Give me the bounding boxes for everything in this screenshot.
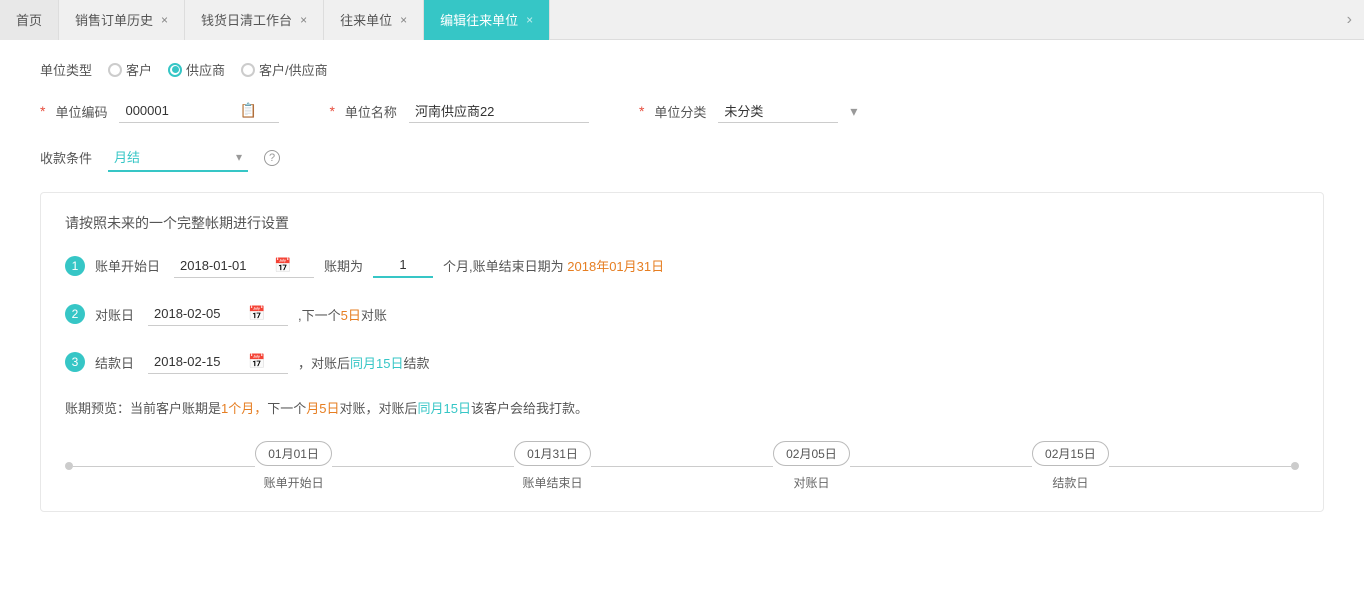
timeline: 01月01日 账单开始日 01月31日 账单结束日 02月05日 对账日 02月… — [65, 441, 1299, 491]
bill-start-label: 账单开始日 — [95, 256, 160, 275]
payment-terms-arrow: ▾ — [236, 150, 242, 164]
period-row-3: 3 结款日 📅 ，对账后同月15日结款 — [65, 350, 1299, 374]
payment-date-label: 结款日 — [95, 353, 134, 372]
preview-day-teal: 同月15日 — [418, 401, 471, 416]
payment-day-highlight: 同月15日 — [350, 356, 403, 371]
bill-start-date-input: 📅 — [174, 254, 314, 278]
reconcile-cal-icon[interactable]: 📅 — [248, 305, 265, 322]
timeline-end-dot — [1291, 462, 1299, 470]
unit-code-label: 单位编码 — [55, 102, 107, 121]
tab-close-partner[interactable]: × — [400, 13, 407, 27]
timeline-node-3: 02月05日 对账日 — [773, 441, 850, 491]
unit-name-group: * 单位名称 — [329, 99, 588, 123]
unit-info-row: * 单位编码 📋 * 单位名称 * 单位分类 ▾ — [40, 99, 1324, 123]
period-num-1: 1 — [65, 256, 85, 276]
unit-type-row: 单位类型 客户 供应商 客户/供应商 — [40, 60, 1324, 79]
timeline-label-4: 结款日 — [1052, 474, 1088, 491]
payment-terms-label: 收款条件 — [40, 148, 92, 167]
payment-date-input: 📅 — [148, 350, 288, 374]
timeline-label-3: 对账日 — [793, 474, 829, 491]
timeline-line-1 — [73, 466, 255, 467]
tab-close-sales-history[interactable]: × — [161, 13, 168, 27]
timeline-label-2: 账单结束日 — [523, 474, 583, 491]
bill-start-cal-icon[interactable]: 📅 — [274, 257, 291, 274]
timeline-start-dot — [65, 462, 73, 470]
preview-text: 账期预览：当前客户账期是1个月，下一个月5日对账，对账后同月15日该客户会给我打… — [65, 398, 1299, 417]
timeline-badge-2: 01月31日 — [514, 441, 591, 466]
tab-cash-work[interactable]: 钱货日清工作台 × — [185, 0, 324, 40]
payment-terms-value: 月结 — [114, 147, 236, 166]
timeline-line-5 — [1109, 466, 1291, 467]
tab-home[interactable]: 首页 — [0, 0, 59, 40]
tab-close-edit-partner[interactable]: × — [526, 13, 533, 27]
unit-code-input[interactable] — [119, 99, 239, 122]
tab-edit-partner[interactable]: 编辑往来单位 × — [424, 0, 550, 40]
payment-cal-icon[interactable]: 📅 — [248, 353, 265, 370]
unit-name-label: 单位名称 — [345, 102, 397, 121]
period-row-2: 2 对账日 📅 ,下一个5日对账 — [65, 302, 1299, 326]
timeline-badge-4: 02月15日 — [1032, 441, 1109, 466]
tab-close-cash-work[interactable]: × — [300, 13, 307, 27]
timeline-label-1: 账单开始日 — [264, 474, 324, 491]
timeline-badge-3: 02月05日 — [773, 441, 850, 466]
radio-customer[interactable]: 客户 — [108, 60, 152, 79]
unit-classify-label: 单位分类 — [654, 102, 706, 121]
radio-supplier-circle — [168, 63, 182, 77]
unit-classify-select-wrapper: ▾ — [718, 99, 857, 123]
timeline-node-4: 02月15日 结款日 — [1032, 441, 1109, 491]
main-content: 单位类型 客户 供应商 客户/供应商 * 单位编码 📋 — [0, 40, 1364, 608]
reconcile-desc: ,下一个5日对账 — [298, 305, 387, 324]
payment-terms-select[interactable]: 月结 ▾ — [108, 143, 248, 172]
period-months-input[interactable] — [373, 253, 433, 278]
timeline-node-2: 01月31日 账单结束日 — [514, 441, 591, 491]
reconcile-date-field[interactable] — [148, 302, 248, 325]
tab-bar: 首页 销售订单历史 × 钱货日清工作台 × 往来单位 × 编辑往来单位 × › — [0, 0, 1364, 40]
unit-code-group: * 单位编码 📋 — [40, 99, 279, 123]
reconcile-label: 对账日 — [95, 305, 134, 324]
tab-more-arrow[interactable]: › — [1335, 11, 1364, 29]
period-for-label: 账期为 — [324, 256, 363, 275]
unit-name-input[interactable] — [409, 99, 589, 123]
period-row-1: 1 账单开始日 📅 账期为 个月,账单结束日期为 2018年01月31日 — [65, 253, 1299, 278]
radio-supplier[interactable]: 供应商 — [168, 60, 225, 79]
help-icon[interactable]: ? — [264, 150, 280, 166]
preview-month: 1个月， — [221, 401, 267, 416]
bill-start-date-field[interactable] — [174, 254, 274, 277]
timeline-line-4 — [850, 466, 1032, 467]
payment-desc: ，对账后同月15日结款 — [298, 353, 430, 372]
classify-dropdown-arrow[interactable]: ▾ — [850, 103, 857, 120]
payment-date-field[interactable] — [148, 350, 248, 373]
timeline-line-2 — [332, 466, 514, 467]
unit-type-label: 单位类型 — [40, 60, 92, 79]
unit-classify-input[interactable] — [718, 99, 838, 123]
period-num-3: 3 — [65, 352, 85, 372]
period-end-date: 2018年01月31日 — [567, 259, 664, 274]
section-title: 请按照未来的一个完整帐期进行设置 — [65, 213, 1299, 233]
period-suffix: 个月,账单结束日期为 2018年01月31日 — [443, 256, 664, 275]
timeline-node-1: 01月01日 账单开始日 — [255, 441, 332, 491]
preview-day-orange: 月5日 — [306, 401, 339, 416]
radio-both[interactable]: 客户/供应商 — [241, 60, 328, 79]
timeline-badge-1: 01月01日 — [255, 441, 332, 466]
tab-partner[interactable]: 往来单位 × — [324, 0, 424, 40]
period-num-2: 2 — [65, 304, 85, 324]
payment-terms-row: 收款条件 月结 ▾ ? — [40, 143, 1324, 172]
unit-type-radio-group: 客户 供应商 客户/供应商 — [108, 60, 328, 79]
reconcile-date-input: 📅 — [148, 302, 288, 326]
tab-sales-history[interactable]: 销售订单历史 × — [59, 0, 185, 40]
period-settings-section: 请按照未来的一个完整帐期进行设置 1 账单开始日 📅 账期为 个月,账单结束日期… — [40, 192, 1324, 512]
reconcile-day-highlight: 5日 — [341, 308, 361, 323]
copy-icon[interactable]: 📋 — [239, 102, 256, 119]
unit-code-input-wrapper: 📋 — [119, 99, 279, 123]
unit-classify-group: * 单位分类 ▾ — [639, 99, 858, 123]
radio-both-circle — [241, 63, 255, 77]
radio-customer-circle — [108, 63, 122, 77]
timeline-line-3 — [591, 466, 773, 467]
